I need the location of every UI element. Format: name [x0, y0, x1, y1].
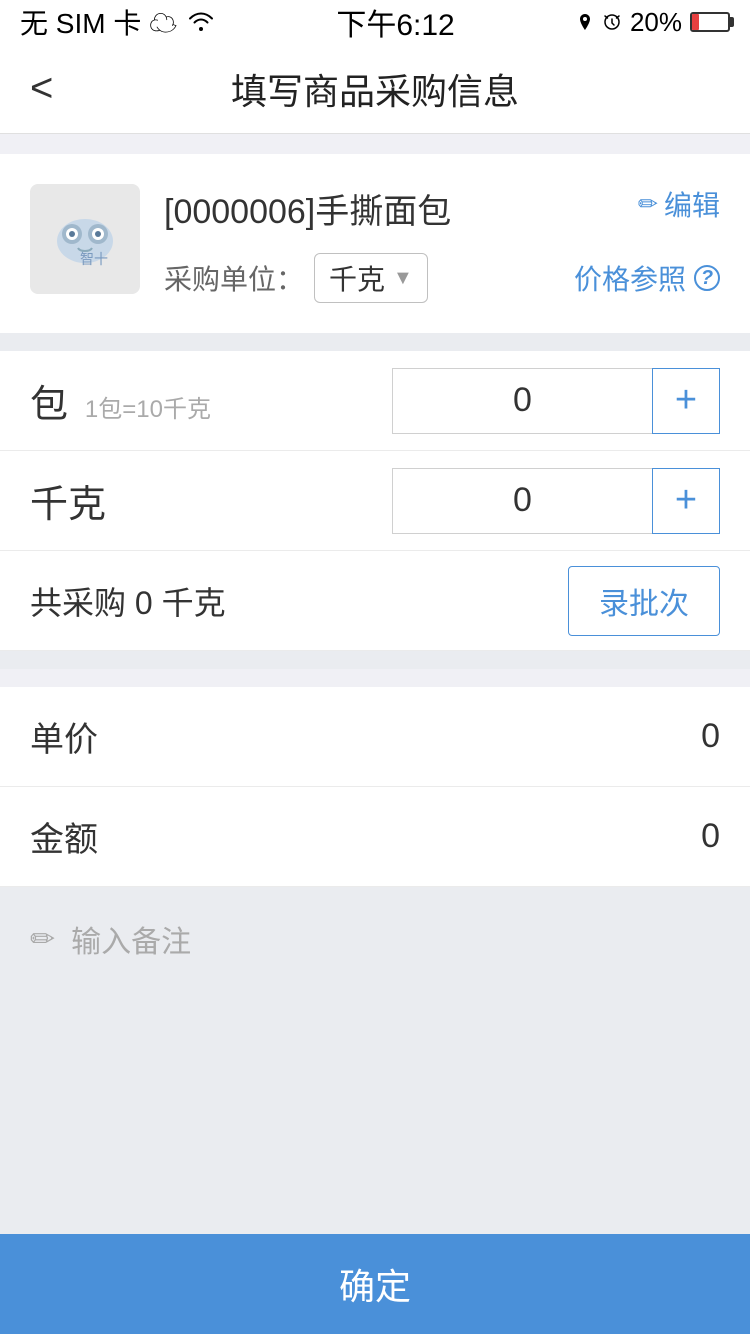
pencil-icon: ✏ — [30, 922, 55, 957]
notes-section[interactable]: ✏ 输入备注 — [0, 887, 750, 991]
alarm-icon — [602, 7, 622, 38]
section-divider-1 — [0, 333, 750, 351]
status-time: 下午6:12 — [336, 0, 454, 44]
unit-label: 采购单位： — [164, 258, 304, 298]
price-ref-label: 价格参照 — [574, 258, 686, 298]
status-left: 无 SIM 卡 ☁ — [20, 2, 215, 42]
unit-price-row: 单价 0 — [0, 687, 750, 787]
bao-label: 包 — [30, 384, 68, 426]
status-bar: 无 SIM 卡 ☁ 下午6:12 20% — [0, 0, 750, 44]
location-icon — [576, 7, 594, 38]
bao-sub-label: 1包=10千克 — [85, 396, 211, 423]
unit-value: 千克 — [329, 258, 385, 298]
nav-bar: < 填写商品采购信息 — [0, 44, 750, 134]
edit-button[interactable]: ✏ 编辑 — [638, 184, 720, 224]
edit-icon: ✏ — [638, 190, 658, 219]
product-image: 智十 — [30, 184, 140, 294]
section-divider-2 — [0, 651, 750, 669]
unit-price-label: 单价 — [30, 712, 98, 761]
price-reference-button[interactable]: 价格参照 ? — [574, 258, 720, 298]
price-section: 单价 0 金额 0 — [0, 687, 750, 887]
product-name: [0000006]手撕面包 — [164, 184, 638, 233]
bao-input-control: 0 + — [211, 368, 720, 434]
summary-row: 共采购 0 千克 录批次 — [0, 551, 750, 651]
record-batch-button[interactable]: 录批次 — [568, 566, 720, 636]
product-card: 智十 [0000006]手撕面包 ✏ 编辑 采购单位： 千克 ▼ 价格参照 — [0, 154, 750, 333]
battery-percent: 20% — [630, 7, 682, 38]
bao-input-row: 包 1包=10千克 0 + — [0, 351, 750, 451]
summary-text: 共采购 0 千克 — [30, 578, 226, 624]
kg-quantity-input[interactable]: 0 — [392, 468, 652, 534]
kg-plus-button[interactable]: + — [652, 468, 720, 534]
quantity-input-section: 包 1包=10千克 0 + 千克 0 + 共采购 0 千克 录批次 — [0, 351, 750, 651]
kg-input-row: 千克 0 + — [0, 451, 750, 551]
kg-input-control: 0 + — [130, 468, 720, 534]
svg-text:智十: 智十 — [80, 251, 108, 266]
amount-row: 金额 0 — [0, 787, 750, 887]
wifi-icon — [187, 6, 215, 38]
notes-placeholder: 输入备注 — [71, 917, 191, 961]
info-icon: ? — [694, 265, 720, 291]
battery-icon — [690, 12, 730, 32]
product-info: [0000006]手撕面包 ✏ 编辑 采购单位： 千克 ▼ 价格参照 ? — [164, 184, 720, 303]
page-title: 填写商品采购信息 — [231, 63, 519, 115]
confirm-button[interactable]: 确定 — [0, 1234, 750, 1334]
back-button[interactable]: < — [30, 66, 53, 111]
product-logo: 智十 — [50, 206, 120, 273]
unit-select[interactable]: 千克 ▼ — [314, 253, 428, 303]
unit-price-value: 0 — [701, 717, 720, 756]
sim-status: 无 SIM 卡 ☁ — [20, 2, 177, 42]
bao-plus-button[interactable]: + — [652, 368, 720, 434]
kg-label: 千克 — [30, 484, 106, 526]
amount-value: 0 — [701, 817, 720, 856]
status-right: 20% — [576, 7, 730, 38]
bao-quantity-input[interactable]: 0 — [392, 368, 652, 434]
chevron-down-icon: ▼ — [393, 267, 413, 290]
edit-label: 编辑 — [664, 184, 720, 224]
amount-label: 金额 — [30, 812, 98, 861]
